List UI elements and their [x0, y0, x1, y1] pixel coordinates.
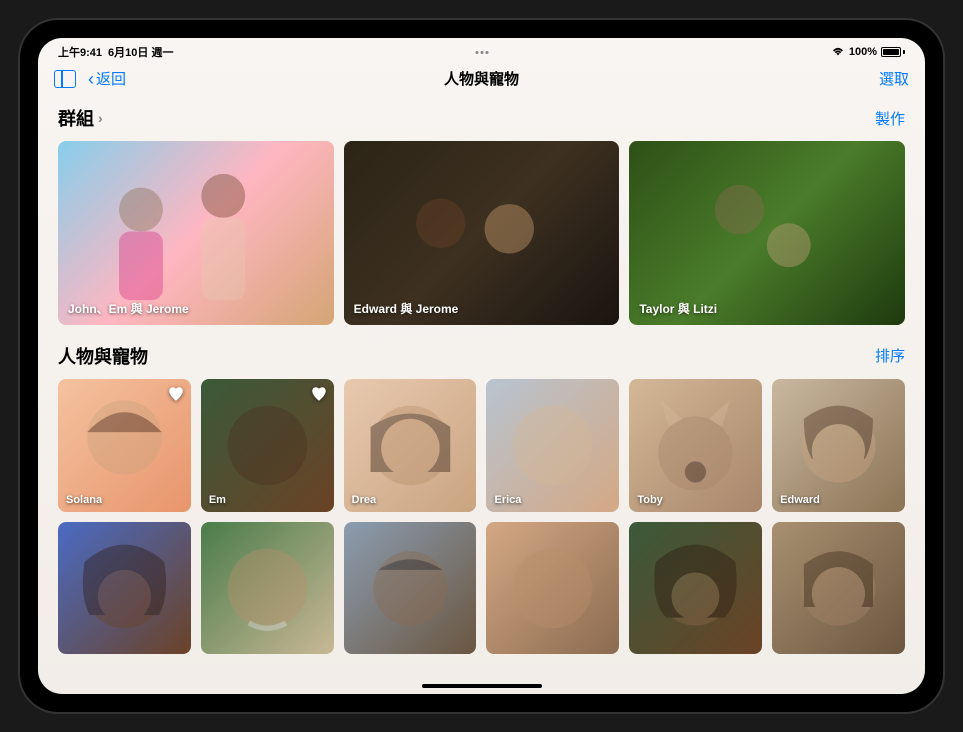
person-label: Drea [352, 494, 376, 506]
chevron-right-icon: › [98, 110, 103, 126]
group-card[interactable]: Edward 與 Jerome [344, 141, 620, 325]
multitasking-dots-icon[interactable] [475, 51, 488, 54]
wifi-icon [831, 47, 845, 57]
person-image [486, 522, 619, 655]
group-label: Edward 與 Jerome [354, 300, 459, 317]
back-button[interactable]: ‹ 返回 [88, 68, 126, 89]
status-left: 上午9:41 6月10日 週一 [58, 44, 173, 60]
person-label: Edward [780, 494, 820, 506]
group-label: Taylor 與 Litzi [639, 300, 717, 317]
nav-bar: ‹ 返回 人物與寵物 選取 [38, 62, 925, 97]
content-scroll[interactable]: 群組 › 製作 John、Em 與 Jerome Edward 與 J [38, 97, 925, 683]
person-image [772, 522, 905, 655]
heart-icon [310, 385, 328, 403]
person-card[interactable]: Erica [486, 379, 619, 512]
person-card[interactable]: Toby [629, 379, 762, 512]
person-image [629, 379, 762, 512]
person-image [344, 379, 477, 512]
person-card[interactable] [772, 522, 905, 655]
people-section-title: 人物與寵物 [58, 343, 148, 369]
people-section-header: 人物與寵物 排序 [58, 343, 905, 369]
select-button[interactable]: 選取 [879, 68, 909, 89]
sort-button[interactable]: 排序 [875, 345, 905, 366]
person-image [486, 379, 619, 512]
person-card[interactable]: Em [201, 379, 334, 512]
battery-percent: 100% [849, 46, 877, 58]
person-card[interactable] [201, 522, 334, 655]
person-card[interactable] [629, 522, 762, 655]
person-label: Em [209, 494, 226, 506]
person-image [58, 522, 191, 655]
group-image [58, 141, 334, 325]
person-card[interactable]: Edward [772, 379, 905, 512]
status-time: 上午9:41 [58, 44, 102, 60]
person-card[interactable]: Solana [58, 379, 191, 512]
create-group-button[interactable]: 製作 [875, 108, 905, 129]
home-indicator[interactable] [422, 684, 542, 688]
person-image [629, 522, 762, 655]
person-label: Toby [637, 494, 662, 506]
status-date: 6月10日 週一 [108, 44, 173, 60]
group-image [344, 141, 620, 325]
person-card[interactable]: Drea [344, 379, 477, 512]
people-grid: Solana Em Drea Erica Toby [58, 379, 905, 655]
screen: 上午9:41 6月10日 週一 100% [38, 38, 925, 694]
status-bar: 上午9:41 6月10日 週一 100% [38, 38, 925, 62]
page-title: 人物與寵物 [444, 68, 519, 89]
group-label: John、Em 與 Jerome [68, 300, 189, 317]
groups-section-title[interactable]: 群組 › [58, 105, 103, 131]
device-frame: 上午9:41 6月10日 週一 100% [20, 20, 943, 712]
person-label: Solana [66, 494, 102, 506]
person-card[interactable] [344, 522, 477, 655]
chevron-left-icon: ‹ [88, 70, 94, 88]
person-card[interactable] [486, 522, 619, 655]
battery-icon [881, 47, 905, 57]
group-card[interactable]: Taylor 與 Litzi [629, 141, 905, 325]
person-label: Erica [494, 494, 521, 506]
groups-section-header: 群組 › 製作 [58, 105, 905, 131]
person-image [772, 379, 905, 512]
heart-icon [167, 385, 185, 403]
status-right: 100% [831, 46, 905, 58]
group-card[interactable]: John、Em 與 Jerome [58, 141, 334, 325]
group-image [629, 141, 905, 325]
back-label: 返回 [96, 68, 126, 89]
person-card[interactable] [58, 522, 191, 655]
nav-left: ‹ 返回 [54, 68, 126, 89]
person-image [201, 522, 334, 655]
groups-grid: John、Em 與 Jerome Edward 與 Jerome Taylor … [58, 141, 905, 325]
person-image [344, 522, 477, 655]
sidebar-toggle-icon[interactable] [54, 70, 76, 88]
